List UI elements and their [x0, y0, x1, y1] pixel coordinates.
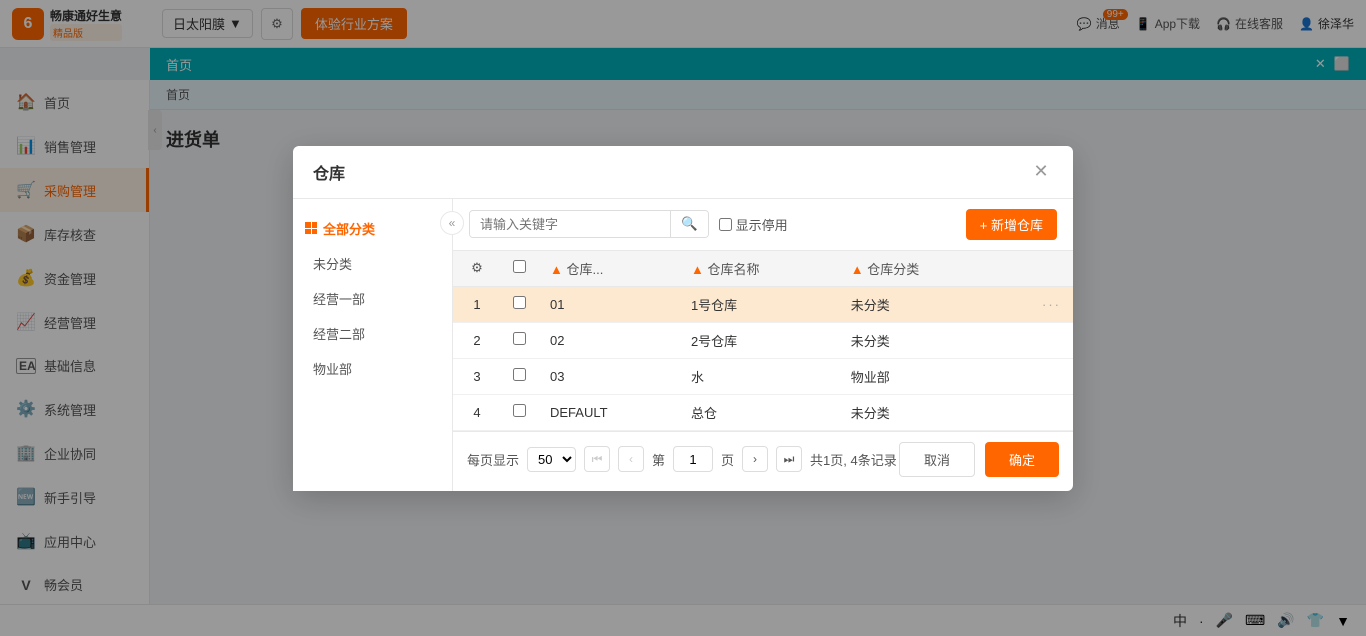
row-name: 1号仓库 — [679, 286, 839, 322]
page-prev-button[interactable]: ‹ — [618, 446, 644, 472]
row-checkbox[interactable] — [513, 332, 526, 345]
table-header-row: ⚙ ▲ 仓库... ▲ 仓库名称 — [453, 251, 1073, 287]
modal-sidebar-collapse-button[interactable]: « — [440, 211, 464, 235]
table-row[interactable]: 1 01 1号仓库 未分类 ··· — [453, 286, 1073, 322]
show-disabled-checkbox[interactable] — [719, 218, 732, 231]
row-check[interactable] — [501, 394, 538, 430]
row-checkbox[interactable] — [513, 404, 526, 417]
row-checkbox[interactable] — [513, 368, 526, 381]
modal-action-buttons: 取消 确定 — [899, 442, 1059, 477]
modal-title: 仓库 — [313, 160, 345, 184]
page-last-button[interactable]: ⏭ — [776, 446, 802, 472]
column-actions — [999, 251, 1073, 287]
modal-main-area: 🔍 显示停用 + 新增仓库 ⚙ — [453, 199, 1073, 491]
row-check[interactable] — [501, 286, 538, 322]
row-id: 03 — [538, 358, 679, 394]
row-more[interactable] — [999, 358, 1073, 394]
row-more[interactable] — [999, 322, 1073, 358]
row-num: 2 — [453, 322, 501, 358]
row-num: 3 — [453, 358, 501, 394]
row-checkbox[interactable] — [513, 296, 526, 309]
row-id: 01 — [538, 286, 679, 322]
modal-sidebar-item-uncategorized[interactable]: 未分类 — [293, 246, 452, 281]
column-name: ▲ 仓库名称 — [679, 251, 839, 287]
modal-close-button[interactable]: ✕ — [1029, 160, 1053, 184]
row-name: 2号仓库 — [679, 322, 839, 358]
search-box: 🔍 — [469, 210, 709, 238]
table-row[interactable]: 3 03 水 物业部 — [453, 358, 1073, 394]
row-category: 未分类 — [839, 286, 999, 322]
add-warehouse-button[interactable]: + 新增仓库 — [966, 209, 1057, 240]
warehouse-table: ⚙ ▲ 仓库... ▲ 仓库名称 — [453, 251, 1073, 431]
modal-toolbar: 🔍 显示停用 + 新增仓库 — [453, 199, 1073, 251]
data-table: ⚙ ▲ 仓库... ▲ 仓库名称 — [453, 251, 1073, 431]
modal-sidebar-item-ops2[interactable]: 经营二部 — [293, 316, 452, 351]
modal-header: 仓库 ✕ — [293, 146, 1073, 199]
row-id: DEFAULT — [538, 394, 679, 430]
row-num: 4 — [453, 394, 501, 430]
modal-category-sidebar: 全部分类 未分类 经营一部 经营二部 物业部 « — [293, 199, 453, 491]
modal-overlay: 仓库 ✕ 全部分类 未分类 经营一部 经营二部 物业部 « — [0, 0, 1366, 636]
pagination-area: 每页显示 50 ⏮ ‹ 第 页 › ⏭ 共1页, 4条记录 — [467, 446, 897, 472]
modal-sidebar-all-category[interactable]: 全部分类 — [293, 211, 452, 246]
row-more[interactable] — [999, 394, 1073, 430]
column-check — [501, 251, 538, 287]
column-id: ▲ 仓库... — [538, 251, 679, 287]
show-disabled-label[interactable]: 显示停用 — [719, 215, 788, 234]
row-check[interactable] — [501, 358, 538, 394]
table-row[interactable]: 2 02 2号仓库 未分类 — [453, 322, 1073, 358]
grid-icon — [305, 222, 317, 234]
page-next-button[interactable]: › — [742, 446, 768, 472]
modal-sidebar-item-ops1[interactable]: 经营一部 — [293, 281, 452, 316]
row-check[interactable] — [501, 322, 538, 358]
page-first-button[interactable]: ⏮ — [584, 446, 610, 472]
select-all-checkbox[interactable] — [513, 260, 526, 273]
search-button[interactable]: 🔍 — [670, 211, 708, 237]
table-row[interactable]: 4 DEFAULT 总仓 未分类 — [453, 394, 1073, 430]
row-name: 总仓 — [679, 394, 839, 430]
row-category: 物业部 — [839, 358, 999, 394]
page-number-input[interactable] — [673, 446, 713, 472]
column-category: ▲ 仓库分类 — [839, 251, 999, 287]
modal-footer: 每页显示 50 ⏮ ‹ 第 页 › ⏭ 共1页, 4条记录 — [453, 431, 1073, 491]
column-gear[interactable]: ⚙ — [453, 251, 501, 287]
warehouse-modal: 仓库 ✕ 全部分类 未分类 经营一部 经营二部 物业部 « — [293, 146, 1073, 491]
search-input[interactable] — [470, 212, 670, 237]
page-size-select[interactable]: 50 — [527, 447, 576, 472]
modal-body: 全部分类 未分类 经营一部 经营二部 物业部 « 🔍 — [293, 199, 1073, 491]
row-category: 未分类 — [839, 322, 999, 358]
confirm-button[interactable]: 确定 — [985, 442, 1059, 477]
modal-sidebar-item-property[interactable]: 物业部 — [293, 351, 452, 386]
row-num: 1 — [453, 286, 501, 322]
row-name: 水 — [679, 358, 839, 394]
cancel-button[interactable]: 取消 — [899, 442, 975, 477]
row-id: 02 — [538, 322, 679, 358]
row-category: 未分类 — [839, 394, 999, 430]
row-more[interactable]: ··· — [999, 286, 1073, 322]
